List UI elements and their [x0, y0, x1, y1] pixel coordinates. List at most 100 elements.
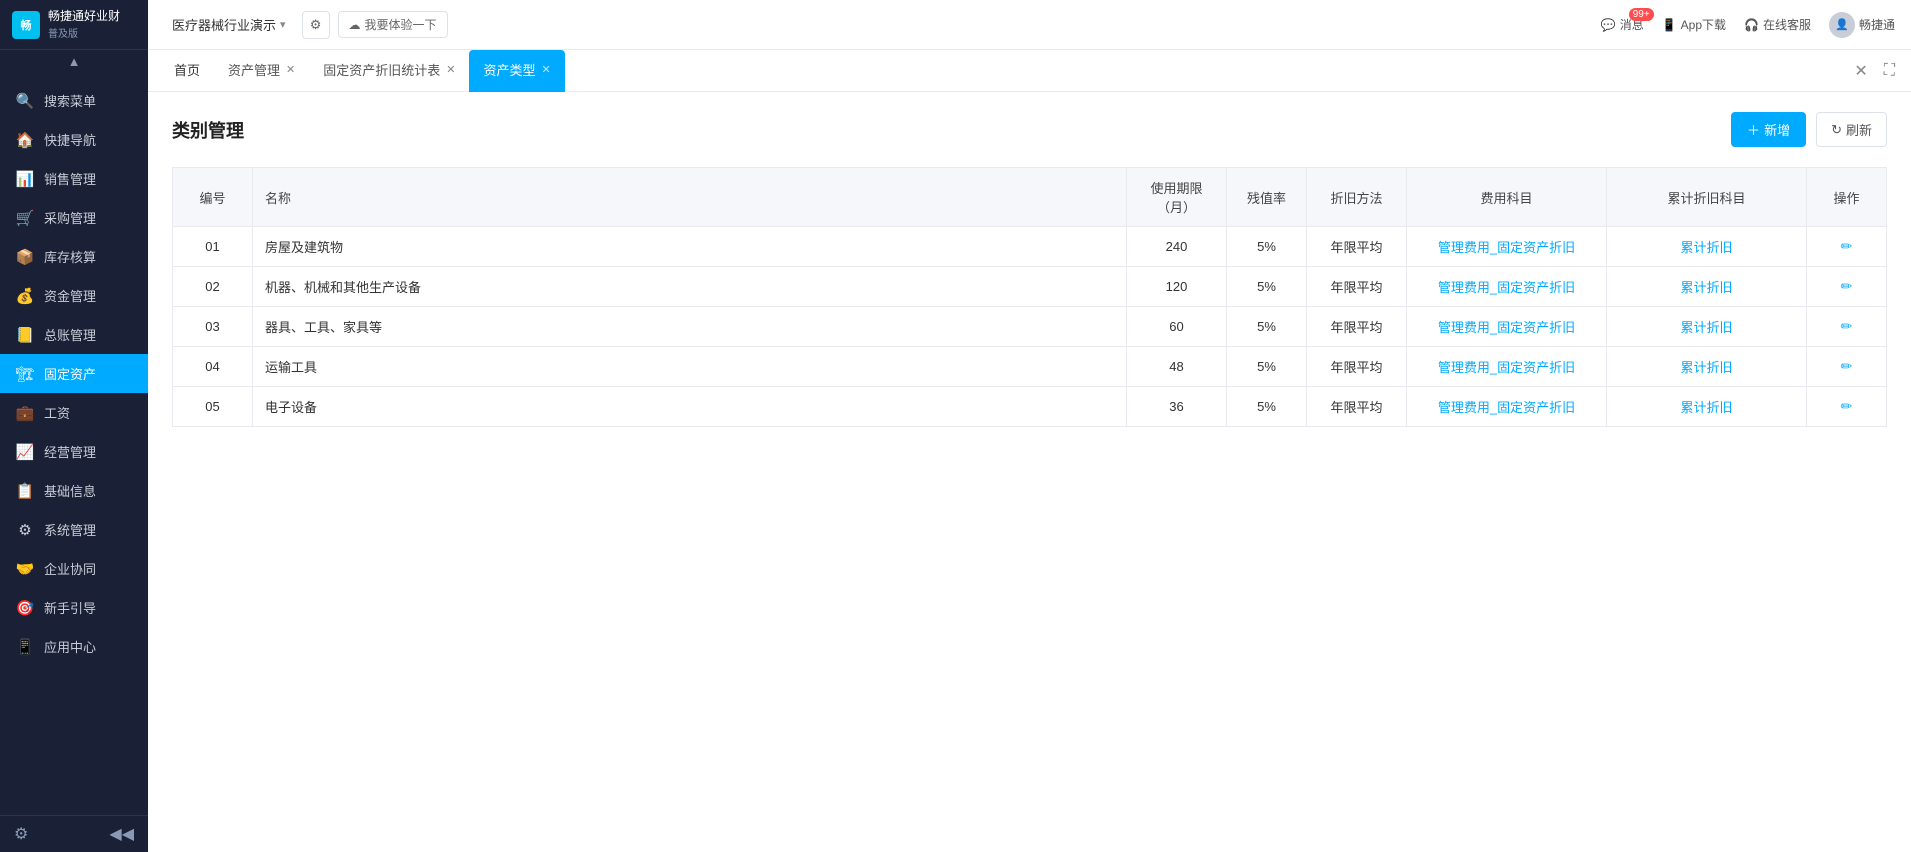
nav-icon-inventory: 📦 — [16, 248, 34, 266]
cell-code-1: 02 — [173, 267, 253, 307]
refresh-icon: ↻ — [1831, 122, 1842, 138]
sidebar-scroll-up[interactable]: ▲ — [0, 50, 148, 73]
col-header-residual: 残值率 — [1227, 168, 1307, 227]
plus-icon: ＋ — [1747, 120, 1760, 139]
sidebar-item-operations[interactable]: 📈 经营管理 — [0, 432, 148, 471]
logo-title: 畅捷通好业财 — [48, 9, 120, 25]
sidebar-item-ledger[interactable]: 📒 总账管理 — [0, 315, 148, 354]
message-action[interactable]: 💬 消息 99 — [1601, 16, 1644, 33]
topbar: 医疗器械行业演示 ▾ ⚙ ☁ 我要体验一下 💬 消息 99 📱 App下载 🎧 … — [148, 0, 1911, 50]
cell-residual-1: 5% — [1227, 267, 1307, 307]
edit-button-2[interactable]: ✏ — [1841, 318, 1853, 334]
nav-label-funds: 资金管理 — [44, 286, 96, 305]
cell-method-3: 年限平均 — [1307, 347, 1407, 387]
company-name: 医疗器械行业演示 — [172, 15, 276, 34]
cell-method-2: 年限平均 — [1307, 307, 1407, 347]
cell-action-1: ✏ — [1807, 267, 1887, 307]
sidebar-item-sales[interactable]: 📊 销售管理 — [0, 159, 148, 198]
nav-icon-cooperation: 🤝 — [16, 560, 34, 578]
sidebar-item-salary[interactable]: 💼 工资 — [0, 393, 148, 432]
table-row: 03 器具、工具、家具等 60 5% 年限平均 管理费用_固定资产折旧 累计折旧… — [173, 307, 1887, 347]
cell-months-4: 36 — [1127, 387, 1227, 427]
nav-label-ledger: 总账管理 — [44, 325, 96, 344]
edit-button-0[interactable]: ✏ — [1841, 238, 1853, 254]
add-button[interactable]: ＋ 新增 — [1731, 112, 1806, 147]
edit-button-1[interactable]: ✏ — [1841, 278, 1853, 294]
edit-button-3[interactable]: ✏ — [1841, 358, 1853, 374]
tab-assets[interactable]: 资产管理 ✕ — [214, 50, 309, 92]
company-selector[interactable]: 医疗器械行业演示 ▾ — [164, 11, 294, 38]
close-tab-icon[interactable]: ✕ — [1850, 57, 1871, 85]
sidebar-item-appcenter[interactable]: 📱 应用中心 — [0, 627, 148, 666]
tab-depreciation-close-icon[interactable]: ✕ — [446, 63, 455, 76]
tab-assettype[interactable]: 资产类型 ✕ — [469, 50, 564, 92]
nav-label-salary: 工资 — [44, 403, 70, 422]
nav-label-fixedassets: 固定资产 — [44, 364, 96, 383]
sidebar-item-search[interactable]: 🔍 搜索菜单 — [0, 81, 148, 120]
sidebar-item-cooperation[interactable]: 🤝 企业协同 — [0, 549, 148, 588]
cell-name-0: 房屋及建筑物 — [253, 227, 1127, 267]
topbar-left: 医疗器械行业演示 ▾ ⚙ ☁ 我要体验一下 — [164, 11, 1589, 39]
sidebar-item-inventory[interactable]: 📦 库存核算 — [0, 237, 148, 276]
message-icon: 💬 — [1601, 18, 1616, 32]
cell-method-0: 年限平均 — [1307, 227, 1407, 267]
logo-icon: 畅 — [12, 11, 40, 39]
cell-months-0: 240 — [1127, 227, 1227, 267]
main-area: 医疗器械行业演示 ▾ ⚙ ☁ 我要体验一下 💬 消息 99 📱 App下载 🎧 … — [148, 0, 1911, 852]
category-table: 编号 名称 使用期限（月） 残值率 折旧方法 费用科目 累计折旧科目 操作 01… — [172, 167, 1887, 427]
nav-label-sales: 销售管理 — [44, 169, 96, 188]
sidebar: 畅 畅捷通好业财 普及版 ▲ 🔍 搜索菜单 🏠 快捷导航 📊 销售管理 🛒 采购… — [0, 0, 148, 852]
col-header-code: 编号 — [173, 168, 253, 227]
cell-name-3: 运输工具 — [253, 347, 1127, 387]
sidebar-item-system[interactable]: ⚙ 系统管理 — [0, 510, 148, 549]
nav-icon-appcenter: 📱 — [16, 638, 34, 656]
tabbar: 首页 资产管理 ✕ 固定资产折旧统计表 ✕ 资产类型 ✕ ✕ ⛶ — [148, 50, 1911, 92]
app-download-action[interactable]: 📱 App下载 — [1662, 16, 1726, 33]
nav-label-basicinfo: 基础信息 — [44, 481, 96, 500]
sidebar-nav: 🔍 搜索菜单 🏠 快捷导航 📊 销售管理 🛒 采购管理 📦 库存核算 💰 资金管… — [0, 73, 148, 815]
nav-label-newbie: 新手引导 — [44, 598, 96, 617]
collapse-icon[interactable]: ◀◀ — [109, 824, 134, 844]
cell-months-3: 48 — [1127, 347, 1227, 387]
maximize-tab-icon[interactable]: ⛶ — [1880, 58, 1899, 84]
sidebar-item-basicinfo[interactable]: 📋 基础信息 — [0, 471, 148, 510]
nav-icon-operations: 📈 — [16, 443, 34, 461]
avatar: 👤 — [1829, 12, 1855, 38]
logo-sub: 普及版 — [48, 25, 120, 40]
nav-icon-newbie: 🎯 — [16, 599, 34, 617]
refresh-button[interactable]: ↻ 刷新 — [1816, 112, 1887, 147]
online-service-action[interactable]: 🎧 在线客服 — [1744, 16, 1811, 33]
tab-depreciation-label: 固定资产折旧统计表 — [323, 60, 440, 79]
nav-label-purchase: 采购管理 — [44, 208, 96, 227]
settings-button[interactable]: ⚙ — [302, 11, 330, 39]
settings-icon[interactable]: ⚙ — [14, 824, 28, 844]
cell-expense-3: 管理费用_固定资产折旧 — [1407, 347, 1607, 387]
user-label: 畅捷通 — [1859, 16, 1895, 33]
cell-code-3: 04 — [173, 347, 253, 387]
sidebar-item-quicknav[interactable]: 🏠 快捷导航 — [0, 120, 148, 159]
tab-assets-close-icon[interactable]: ✕ — [286, 63, 295, 76]
edit-button-4[interactable]: ✏ — [1841, 398, 1853, 414]
cell-code-0: 01 — [173, 227, 253, 267]
sidebar-item-purchase[interactable]: 🛒 采购管理 — [0, 198, 148, 237]
user-action[interactable]: 👤 畅捷通 — [1829, 12, 1895, 38]
tab-home[interactable]: 首页 — [160, 50, 214, 92]
cell-action-4: ✏ — [1807, 387, 1887, 427]
nav-icon-funds: 💰 — [16, 287, 34, 305]
nav-label-quicknav: 快捷导航 — [44, 130, 96, 149]
cell-expense-4: 管理费用_固定资产折旧 — [1407, 387, 1607, 427]
cell-action-3: ✏ — [1807, 347, 1887, 387]
cell-residual-4: 5% — [1227, 387, 1307, 427]
cell-expense-0: 管理费用_固定资产折旧 — [1407, 227, 1607, 267]
experience-button[interactable]: ☁ 我要体验一下 — [338, 11, 448, 38]
sidebar-item-newbie[interactable]: 🎯 新手引导 — [0, 588, 148, 627]
sidebar-item-funds[interactable]: 💰 资金管理 — [0, 276, 148, 315]
chevron-down-icon: ▾ — [280, 18, 286, 31]
sidebar-item-fixedassets[interactable]: 🏗 固定资产 — [0, 354, 148, 393]
tab-depreciation[interactable]: 固定资产折旧统计表 ✕ — [309, 50, 469, 92]
cell-code-2: 03 — [173, 307, 253, 347]
content: 类别管理 ＋ 新增 ↻ 刷新 编号 名称 使用期限（月） 残值率 — [148, 92, 1911, 852]
nav-label-system: 系统管理 — [44, 520, 96, 539]
tab-assettype-close-icon[interactable]: ✕ — [542, 63, 551, 76]
nav-icon-search: 🔍 — [16, 92, 34, 110]
